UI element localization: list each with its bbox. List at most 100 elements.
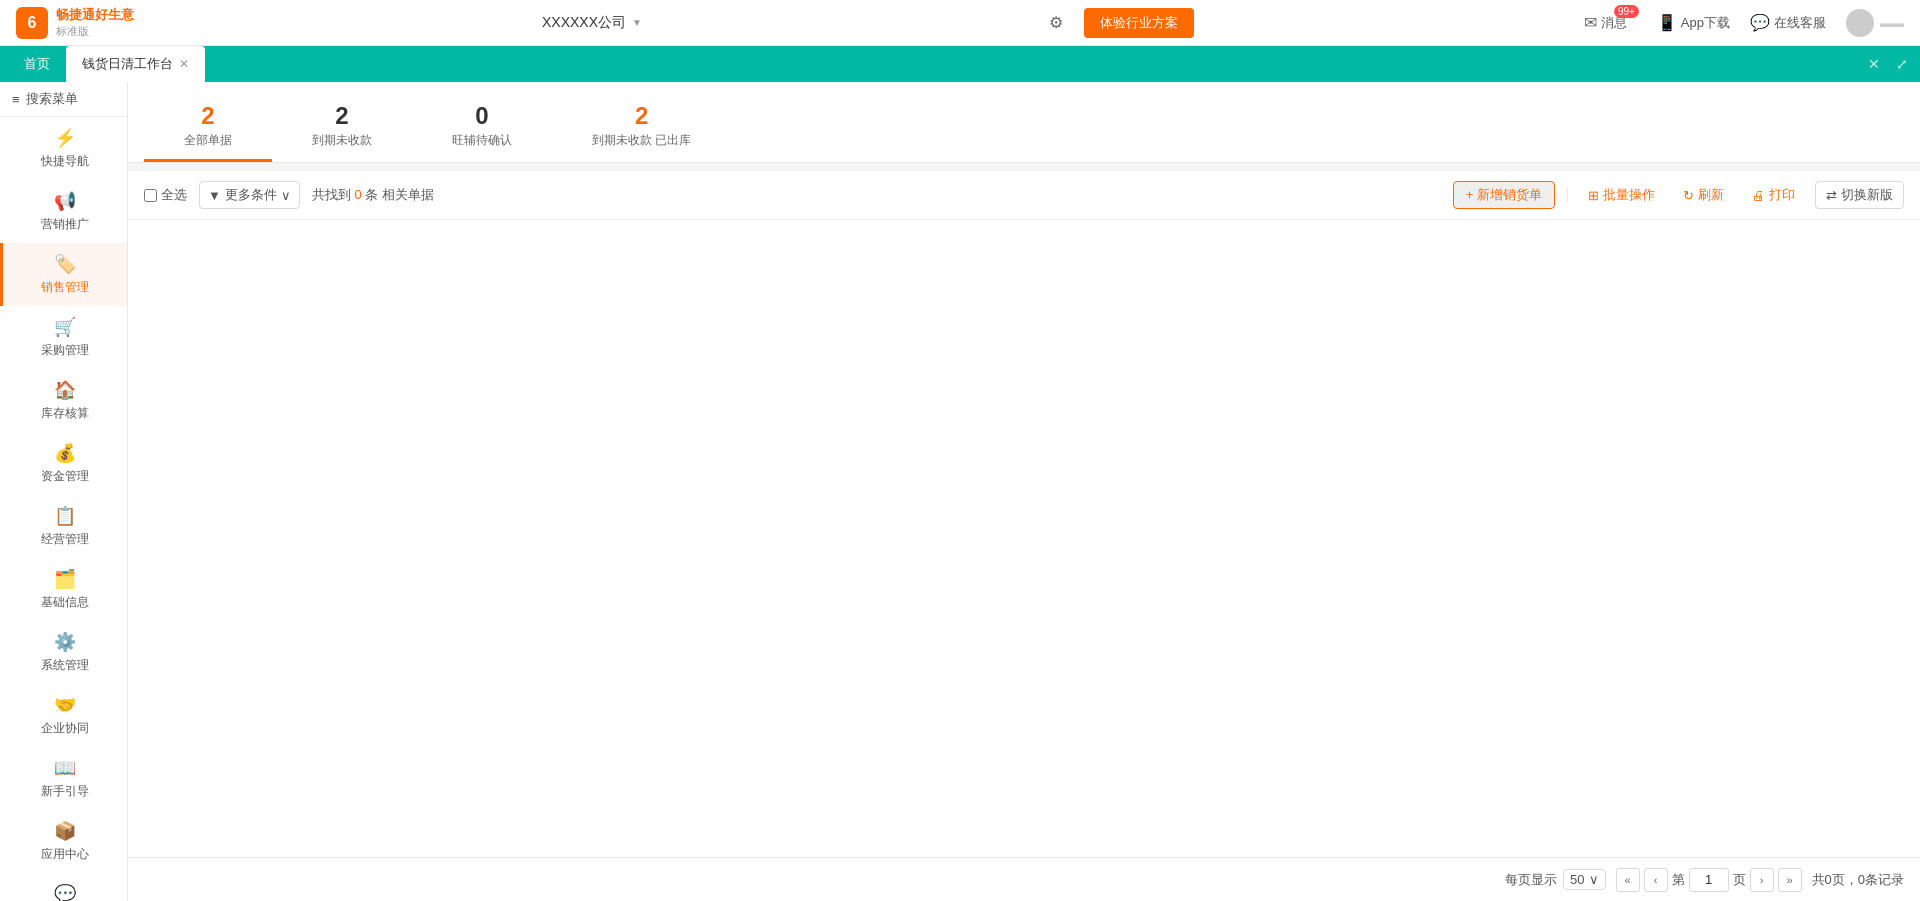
app-download-label: App下载: [1681, 14, 1730, 32]
sales-icon: 🏷️: [54, 253, 76, 275]
chevron-icon: ∨: [281, 188, 291, 203]
toolbar-left: 全选 ▼ 更多条件 ∨ 共找到 0 条 相关单据: [144, 181, 434, 209]
tab-home[interactable]: 首页: [8, 46, 66, 82]
sidebar-item-label: 库存核算: [41, 405, 89, 422]
sidebar-item-label: 新手引导: [41, 783, 89, 800]
stat-tab-overdue-num: 2: [335, 102, 348, 130]
stat-tab-all-label: 全部单据: [184, 132, 232, 149]
page-suffix: 页: [1733, 871, 1746, 889]
user-avatar-area[interactable]: ▬▬: [1846, 9, 1904, 37]
print-button[interactable]: 🖨 打印: [1744, 182, 1803, 208]
sidebar-item-label: 采购管理: [41, 342, 89, 359]
tab-bar-actions: ✕ ⤢: [1864, 52, 1912, 76]
batch-operation-button[interactable]: ⊞ 批量操作: [1580, 182, 1663, 208]
first-page-button[interactable]: «: [1616, 868, 1640, 892]
marketing-icon: 📢: [54, 190, 76, 212]
stat-tab-pending-num: 0: [475, 102, 488, 130]
tab-maximize-icon[interactable]: ⤢: [1892, 52, 1912, 76]
stat-tab-overdue-out-num: 2: [635, 102, 648, 130]
next-page-button[interactable]: ›: [1750, 868, 1774, 892]
page-size-dropdown[interactable]: 50 ∨: [1563, 869, 1605, 890]
sidebar-item-marketing[interactable]: 📢 营销推广: [0, 180, 127, 243]
sidebar-item-sales[interactable]: 🏷️ 销售管理: [0, 243, 127, 306]
batch-icon: ⊞: [1588, 188, 1599, 203]
table-area: [128, 220, 1920, 857]
search-icon: ≡: [12, 92, 20, 107]
switch-label: 切换新版: [1841, 186, 1893, 204]
top-header: 6 畅捷通好生意 标准版 XXXXXX公司 ▼ ⚙ 体验行业方案 ✉ 消息 99…: [0, 0, 1920, 46]
sidebar-item-quick-nav[interactable]: ⚡ 快捷导航: [0, 117, 127, 180]
filter-button[interactable]: ▼ 更多条件 ∨: [199, 181, 300, 209]
found-suffix: 相关单据: [382, 187, 434, 202]
service-icon: 💬: [1750, 13, 1770, 32]
sidebar: ≡ 搜索菜单 ⚡ 快捷导航 📢 营销推广 🏷️ 销售管理 🛒 采购管理 🏠 库存…: [0, 82, 128, 901]
stat-tab-all[interactable]: 2 全部单据: [144, 94, 272, 162]
prev-page-button[interactable]: ‹: [1644, 868, 1668, 892]
chevron-down-icon: ▼: [632, 17, 642, 28]
add-sales-order-button[interactable]: + 新增销货单: [1453, 181, 1555, 209]
select-all-checkbox[interactable]: 全选: [144, 186, 187, 204]
stat-tab-overdue-out[interactable]: 2 到期未收款 已出库: [552, 94, 731, 162]
sidebar-item-label: 系统管理: [41, 657, 89, 674]
stat-tab-overdue[interactable]: 2 到期未收款: [272, 94, 412, 162]
user-name-placeholder: ▬▬: [1880, 16, 1904, 30]
stat-tab-pending[interactable]: 0 旺辅待确认: [412, 94, 552, 162]
refresh-label: 刷新: [1698, 186, 1724, 204]
tab-minimize-icon[interactable]: ✕: [1864, 52, 1884, 76]
toolbar-divider: [1567, 187, 1568, 203]
app-center-icon: 📦: [54, 820, 76, 842]
print-label: 打印: [1769, 186, 1795, 204]
sidebar-item-label: 企业协同: [41, 720, 89, 737]
search-menu-button[interactable]: ≡ 搜索菜单: [0, 82, 127, 117]
page-number-input[interactable]: [1689, 868, 1729, 892]
refresh-icon: ↻: [1683, 188, 1694, 203]
select-all-input[interactable]: [144, 189, 157, 202]
page-label: 第: [1672, 871, 1685, 889]
messages-badge: 99+: [1614, 5, 1639, 18]
batch-label: 批量操作: [1603, 186, 1655, 204]
tab-close-icon[interactable]: ✕: [179, 57, 189, 71]
stats-tabs: 2 全部单据 2 到期未收款 0 旺辅待确认 2 到期未收款 已出库: [128, 82, 1920, 163]
sidebar-item-guide[interactable]: 📖 新手引导: [0, 747, 127, 810]
quick-nav-icon: ⚡: [54, 127, 76, 149]
toolbar: 全选 ▼ 更多条件 ∨ 共找到 0 条 相关单据 + 新增销货单 ⊞: [128, 171, 1920, 220]
app-download-button[interactable]: 📱 App下载: [1657, 13, 1730, 32]
sidebar-item-label: 营销推广: [41, 216, 89, 233]
filter-label: 更多条件: [225, 186, 277, 204]
refresh-button[interactable]: ↻ 刷新: [1675, 182, 1732, 208]
switch-icon: ⇄: [1826, 188, 1837, 203]
sidebar-item-wechat[interactable]: 💬 企业微信: [0, 873, 127, 901]
tab-home-label: 首页: [24, 55, 50, 73]
sidebar-item-system[interactable]: ⚙️ 系统管理: [0, 621, 127, 684]
sidebar-item-cooperation[interactable]: 🤝 企业协同: [0, 684, 127, 747]
found-info: 共找到 0 条 相关单据: [312, 186, 434, 204]
basic-info-icon: 🗂️: [54, 568, 76, 590]
trial-button[interactable]: 体验行业方案: [1084, 8, 1194, 38]
settings-button[interactable]: ⚙: [1040, 7, 1072, 39]
messages-button[interactable]: ✉ 消息 99+: [1584, 13, 1627, 32]
sidebar-item-operations[interactable]: 📋 经营管理: [0, 495, 127, 558]
sidebar-item-label: 经营管理: [41, 531, 89, 548]
sidebar-item-label: 销售管理: [41, 279, 89, 296]
message-icon: ✉: [1584, 13, 1597, 32]
sidebar-item-basic-info[interactable]: 🗂️ 基础信息: [0, 558, 127, 621]
cooperation-icon: 🤝: [54, 694, 76, 716]
online-service-button[interactable]: 💬 在线客服: [1750, 13, 1826, 32]
pagination-bar: 每页显示 50 ∨ « ‹ 第 页 › » 共0页，0条记录: [128, 857, 1920, 901]
sidebar-item-inventory[interactable]: 🏠 库存核算: [0, 369, 127, 432]
purchase-icon: 🛒: [54, 316, 76, 338]
main-layout: ≡ 搜索菜单 ⚡ 快捷导航 📢 营销推广 🏷️ 销售管理 🛒 采购管理 🏠 库存…: [0, 82, 1920, 901]
sidebar-item-purchase[interactable]: 🛒 采购管理: [0, 306, 127, 369]
switch-version-button[interactable]: ⇄ 切换新版: [1815, 181, 1904, 209]
page-size-value: 50: [1570, 872, 1584, 887]
sidebar-item-finance[interactable]: 💰 资金管理: [0, 432, 127, 495]
tab-workbench[interactable]: 钱货日清工作台 ✕: [66, 46, 205, 82]
last-page-button[interactable]: »: [1778, 868, 1802, 892]
online-service-label: 在线客服: [1774, 14, 1826, 32]
sidebar-item-app-center[interactable]: 📦 应用中心: [0, 810, 127, 873]
company-selector[interactable]: XXXXXX公司 ▼: [534, 10, 650, 36]
logo-area: 6 畅捷通好生意 标准版: [16, 7, 144, 39]
found-count: 0: [355, 187, 362, 202]
logo-text: 畅捷通好生意 标准版: [56, 7, 134, 38]
guide-icon: 📖: [54, 757, 76, 779]
